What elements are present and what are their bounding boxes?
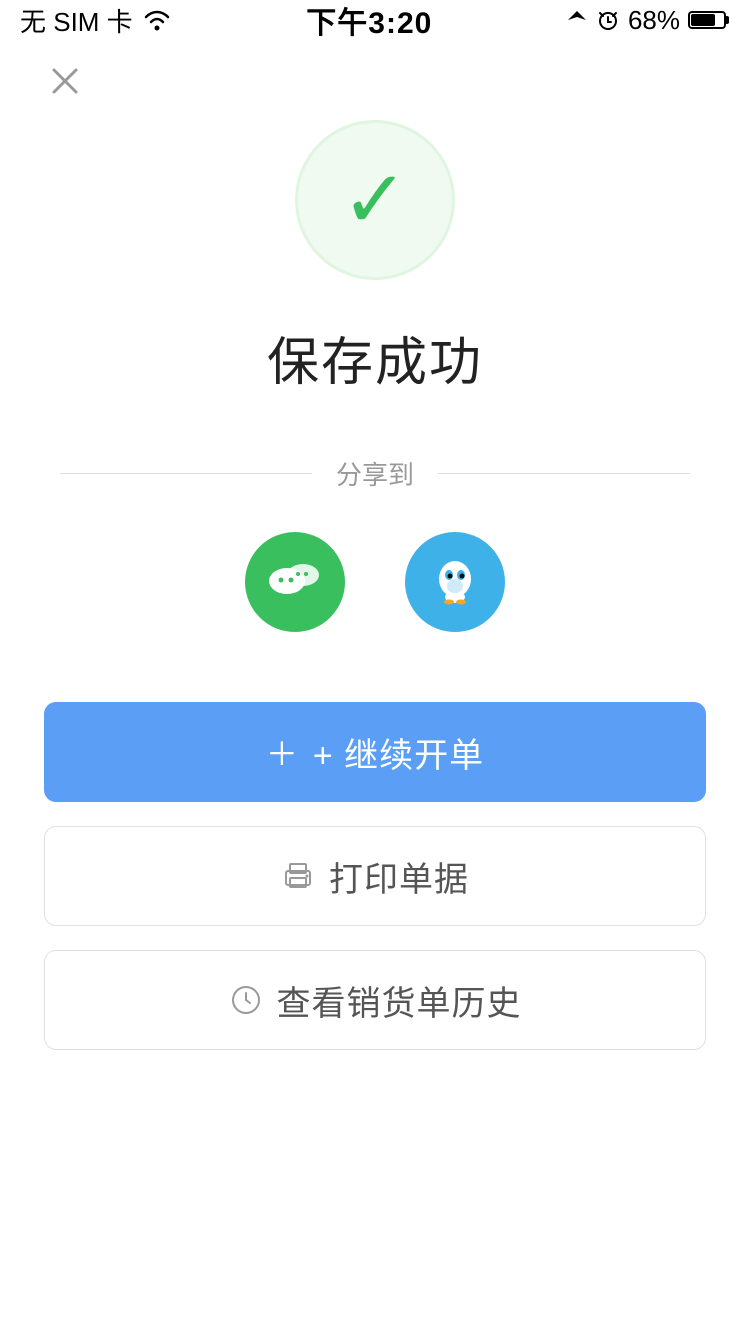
close-button[interactable] [40,56,90,106]
history-icon [229,983,263,1017]
no-sim-label: 无 SIM 卡 [20,2,133,39]
print-icon [281,859,315,893]
history-button[interactable]: 查看销货单历史 [44,950,706,1050]
battery-label: 68% [628,5,680,36]
share-label: 分享到 [312,455,438,492]
plus-icon: ＋ [266,729,299,775]
wechat-share-button[interactable] [245,532,345,632]
action-buttons: ＋ + 继续开单 打印单据 查看销货单历 [0,702,750,1050]
wifi-icon [141,8,173,32]
main-content: ✓ 保存成功 分享到 [0,40,750,1050]
success-title: 保存成功 [267,320,483,395]
share-icons-row [245,532,505,632]
wechat-icon [265,555,325,609]
status-right: 68% [566,5,730,36]
close-icon [48,64,82,98]
alarm-icon [596,8,620,32]
history-label: 查看销货单历史 [277,976,522,1025]
status-time: 下午3:20 [306,0,432,42]
divider-line-right [438,473,690,474]
location-icon [566,9,588,31]
status-left: 无 SIM 卡 [20,2,173,39]
continue-button[interactable]: ＋ + 继续开单 [44,702,706,802]
continue-label: + 继续开单 [313,728,484,777]
battery-icon [688,9,730,31]
success-icon-circle: ✓ [295,120,455,280]
status-bar: 无 SIM 卡 下午3:20 68% [0,0,750,40]
divider-line-left [60,473,312,474]
checkmark-icon: ✓ [341,160,408,240]
print-label: 打印单据 [329,852,469,901]
qq-icon [426,553,484,611]
qq-share-button[interactable] [405,532,505,632]
print-button[interactable]: 打印单据 [44,826,706,926]
share-divider: 分享到 [0,455,750,492]
